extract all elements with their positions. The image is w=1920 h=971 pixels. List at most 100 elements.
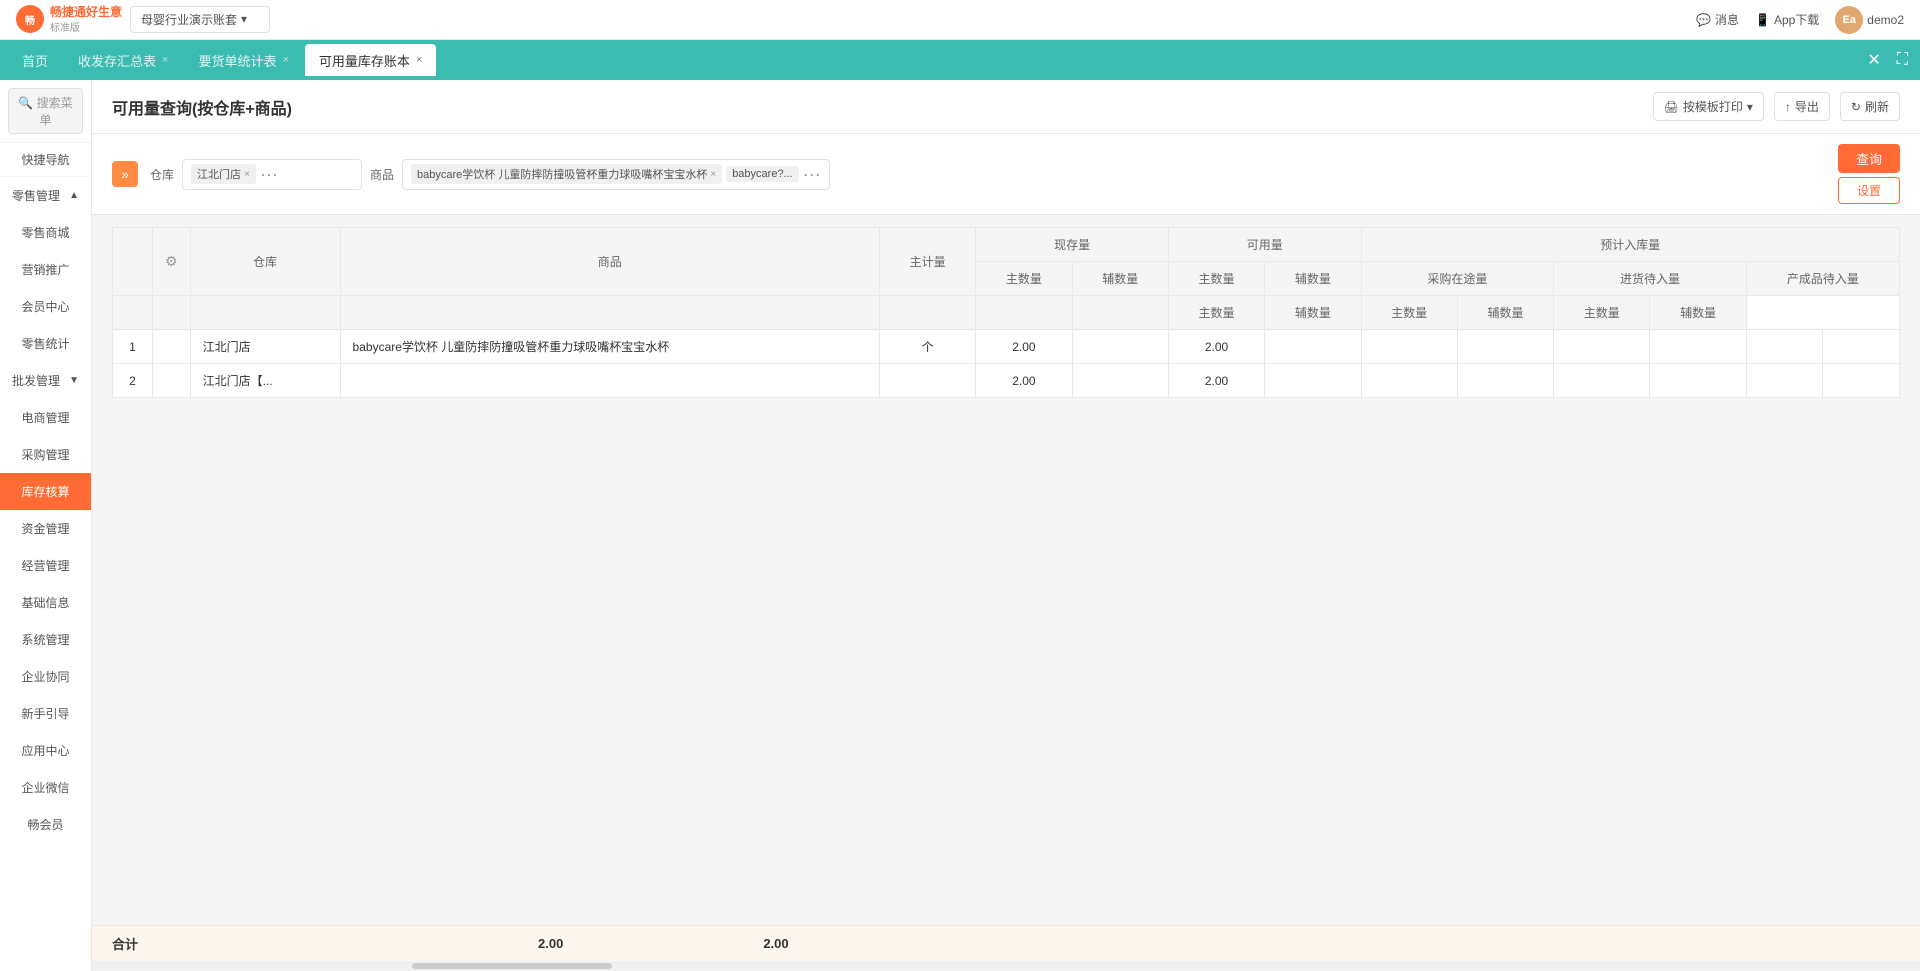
row2-unit bbox=[879, 364, 975, 398]
search-menu-label: 搜索菜单 bbox=[37, 96, 73, 127]
filter-settings-btn[interactable]: 设置 bbox=[1838, 177, 1900, 204]
sidebar-item-member[interactable]: 会员中心 bbox=[0, 288, 91, 325]
summary-current-aux bbox=[623, 936, 703, 951]
col-main-unit-header: 主计量 bbox=[879, 228, 975, 296]
phone-icon: 📱 bbox=[1755, 13, 1770, 27]
sidebar-item-retail-stats[interactable]: 零售统计 bbox=[0, 325, 91, 362]
product-more-btn[interactable]: ··· bbox=[803, 164, 821, 185]
row2-purchased-aux bbox=[1457, 364, 1553, 398]
sidebar-item-app-center[interactable]: 应用中心 bbox=[0, 732, 91, 769]
tab-order-stats-close[interactable]: × bbox=[282, 54, 288, 66]
warehouse-more-btn[interactable]: ··· bbox=[260, 164, 278, 185]
col-current-main-qty: 主数量 bbox=[976, 262, 1072, 296]
sidebar-item-finance[interactable]: 资金管理 bbox=[0, 510, 91, 547]
print-btn[interactable]: 🖨 按模板打印 ▾ bbox=[1653, 92, 1764, 121]
row2-purchased-main bbox=[1361, 364, 1457, 398]
filter-expand-btn[interactable]: » bbox=[112, 161, 138, 187]
product-filter-label: 商品 bbox=[370, 166, 394, 183]
refresh-btn[interactable]: ↻ 刷新 bbox=[1840, 92, 1900, 121]
col-available-aux-qty: 辅数量 bbox=[1265, 262, 1361, 296]
industry-selector[interactable]: 母婴行业演示账套 ▾ bbox=[130, 6, 270, 33]
sidebar-item-finance-label: 资金管理 bbox=[21, 520, 69, 537]
product-tag-1-value: babycare学饮杯 儿童防摔防撞吸管杯重力球吸嘴杯宝宝水杯 bbox=[417, 166, 707, 182]
tab-order-stats-label: 要货单统计表 bbox=[198, 51, 276, 70]
product-tag-1-remove[interactable]: × bbox=[710, 169, 716, 180]
sidebar: 🔍 搜索菜单 快捷导航 零售管理 ▲ 零售商城 营销推广 会员中心 零售统计 批… bbox=[0, 80, 92, 971]
search-menu-btn[interactable]: 🔍 搜索菜单 bbox=[8, 88, 83, 134]
col-finished-pending-header: 产成品待入量 bbox=[1746, 262, 1899, 296]
sidebar-item-system[interactable]: 系统管理 bbox=[0, 621, 91, 658]
sidebar-item-system-label: 系统管理 bbox=[21, 631, 69, 648]
col-sub-empty1 bbox=[113, 296, 153, 330]
sidebar-item-member-label: 会员中心 bbox=[21, 298, 69, 315]
tab-order-stats[interactable]: 要货单统计表 × bbox=[184, 44, 302, 76]
tab-available-inventory-close[interactable]: × bbox=[416, 54, 422, 66]
warehouse-filter-input[interactable]: 江北门店 × ··· bbox=[182, 159, 362, 190]
product-filter-input[interactable]: babycare学饮杯 儿童防摔防撞吸管杯重力球吸嘴杯宝宝水杯 × babyca… bbox=[402, 159, 830, 190]
tab-home-label: 首页 bbox=[22, 51, 48, 70]
col-purchased-in-transit-header: 采购在途量 bbox=[1361, 262, 1554, 296]
table-container: ⚙ 仓库 商品 主计量 现存量 可用量 预计入库量 主数量 辅数量 主数量 辅数… bbox=[92, 215, 1920, 925]
sidebar-item-purchase[interactable]: 采购管理 bbox=[0, 436, 91, 473]
expand-icon[interactable]: ⛶ bbox=[1893, 47, 1912, 73]
industry-label: 母婴行业演示账套 bbox=[141, 11, 237, 28]
query-btn[interactable]: 查询 bbox=[1838, 144, 1900, 173]
user-menu[interactable]: Ea demo2 bbox=[1835, 6, 1904, 34]
warehouse-tag-remove[interactable]: × bbox=[244, 169, 250, 180]
filter-group: 仓库 江北门店 × ··· 商品 babycare学饮杯 儿童防摔防撞吸管杯重力… bbox=[150, 159, 1826, 190]
tab-available-inventory-label: 可用量库存账本 bbox=[319, 51, 410, 70]
row2-warehouse: 江北门店【... bbox=[190, 364, 340, 398]
avatar: Ea bbox=[1835, 6, 1863, 34]
col-available-main-qty: 主数量 bbox=[1168, 262, 1264, 296]
message-btn[interactable]: 💬 消息 bbox=[1696, 11, 1739, 28]
sidebar-item-enterprise-wechat[interactable]: 企业微信 bbox=[0, 769, 91, 806]
app-download-btn[interactable]: 📱 App下载 bbox=[1755, 11, 1819, 28]
sidebar-item-retail-mgmt[interactable]: 零售管理 ▲ bbox=[0, 177, 91, 214]
sidebar-item-new-guide[interactable]: 新手引导 bbox=[0, 695, 91, 732]
sidebar-item-operations[interactable]: 经营管理 bbox=[0, 547, 91, 584]
sidebar-item-enterprise[interactable]: 企业协同 bbox=[0, 658, 91, 695]
row2-current-main: 2.00 bbox=[976, 364, 1072, 398]
sidebar-item-retail-mall-label: 零售商城 bbox=[21, 224, 69, 241]
warehouse-tag-value: 江北门店 bbox=[197, 166, 241, 182]
product-tag-1: babycare学饮杯 儿童防摔防撞吸管杯重力球吸嘴杯宝宝水杯 × bbox=[411, 164, 722, 184]
sidebar-item-ecommerce[interactable]: 电商管理 bbox=[0, 399, 91, 436]
username: demo2 bbox=[1867, 13, 1904, 27]
row2-avail-main: 2.00 bbox=[1168, 364, 1264, 398]
chevron-up-icon: ▲ bbox=[69, 190, 79, 201]
tab-stock-summary[interactable]: 收发存汇总表 × bbox=[64, 44, 182, 76]
chevron-down-icon: ▼ bbox=[69, 375, 79, 386]
sidebar-item-marketing[interactable]: 营销推广 bbox=[0, 251, 91, 288]
row2-incoming-aux bbox=[1650, 364, 1746, 398]
filter-bar: » 仓库 江北门店 × ··· 商品 babycare学饮杯 儿童防摔防撞吸管杯… bbox=[92, 134, 1920, 215]
tab-available-inventory[interactable]: 可用量库存账本 × bbox=[305, 44, 436, 76]
col-sub-empty3 bbox=[190, 296, 340, 330]
sidebar-quick-nav[interactable]: 快捷导航 bbox=[0, 143, 91, 177]
sidebar-item-retail-stats-label: 零售统计 bbox=[21, 335, 69, 352]
col-purchased-aux: 辅数量 bbox=[1265, 296, 1361, 330]
tab-home[interactable]: 首页 bbox=[8, 44, 62, 76]
filter-actions: 查询 设置 bbox=[1838, 144, 1900, 204]
sidebar-item-ecommerce-label: 电商管理 bbox=[21, 409, 69, 426]
col-planned-inbound-header: 预计入库量 bbox=[1361, 228, 1899, 262]
row2-product bbox=[340, 364, 879, 398]
export-btn[interactable]: ↑ 导出 bbox=[1774, 92, 1830, 121]
sidebar-search-area: 🔍 搜索菜单 bbox=[0, 80, 91, 143]
top-bar-left: 畅 畅捷通好生意 标准版 母婴行业演示账套 ▾ bbox=[16, 5, 270, 34]
message-label: 消息 bbox=[1715, 11, 1739, 28]
col-current-aux-qty: 辅数量 bbox=[1072, 262, 1168, 296]
sidebar-item-wholesale[interactable]: 批发管理 ▼ bbox=[0, 362, 91, 399]
table-footer: 合计 2.00 2.00 bbox=[92, 925, 1920, 961]
close-all-tabs-icon[interactable]: ✕ bbox=[1863, 46, 1884, 74]
summary-current-main: 2.00 bbox=[538, 936, 563, 951]
sidebar-item-basic-info[interactable]: 基础信息 bbox=[0, 584, 91, 621]
horizontal-scrollbar[interactable] bbox=[412, 963, 612, 969]
sidebar-item-retail-mall[interactable]: 零售商城 bbox=[0, 214, 91, 251]
sidebar-item-inventory[interactable]: 库存核算 bbox=[0, 473, 91, 510]
tab-stock-summary-close[interactable]: × bbox=[162, 54, 168, 66]
row1-current-main: 2.00 bbox=[976, 330, 1072, 364]
table-settings-icon[interactable]: ⚙ bbox=[165, 253, 178, 269]
col-rownum-header bbox=[113, 228, 153, 296]
sidebar-item-vip[interactable]: 畅会员 bbox=[0, 806, 91, 843]
app-download-label: App下载 bbox=[1774, 11, 1819, 28]
